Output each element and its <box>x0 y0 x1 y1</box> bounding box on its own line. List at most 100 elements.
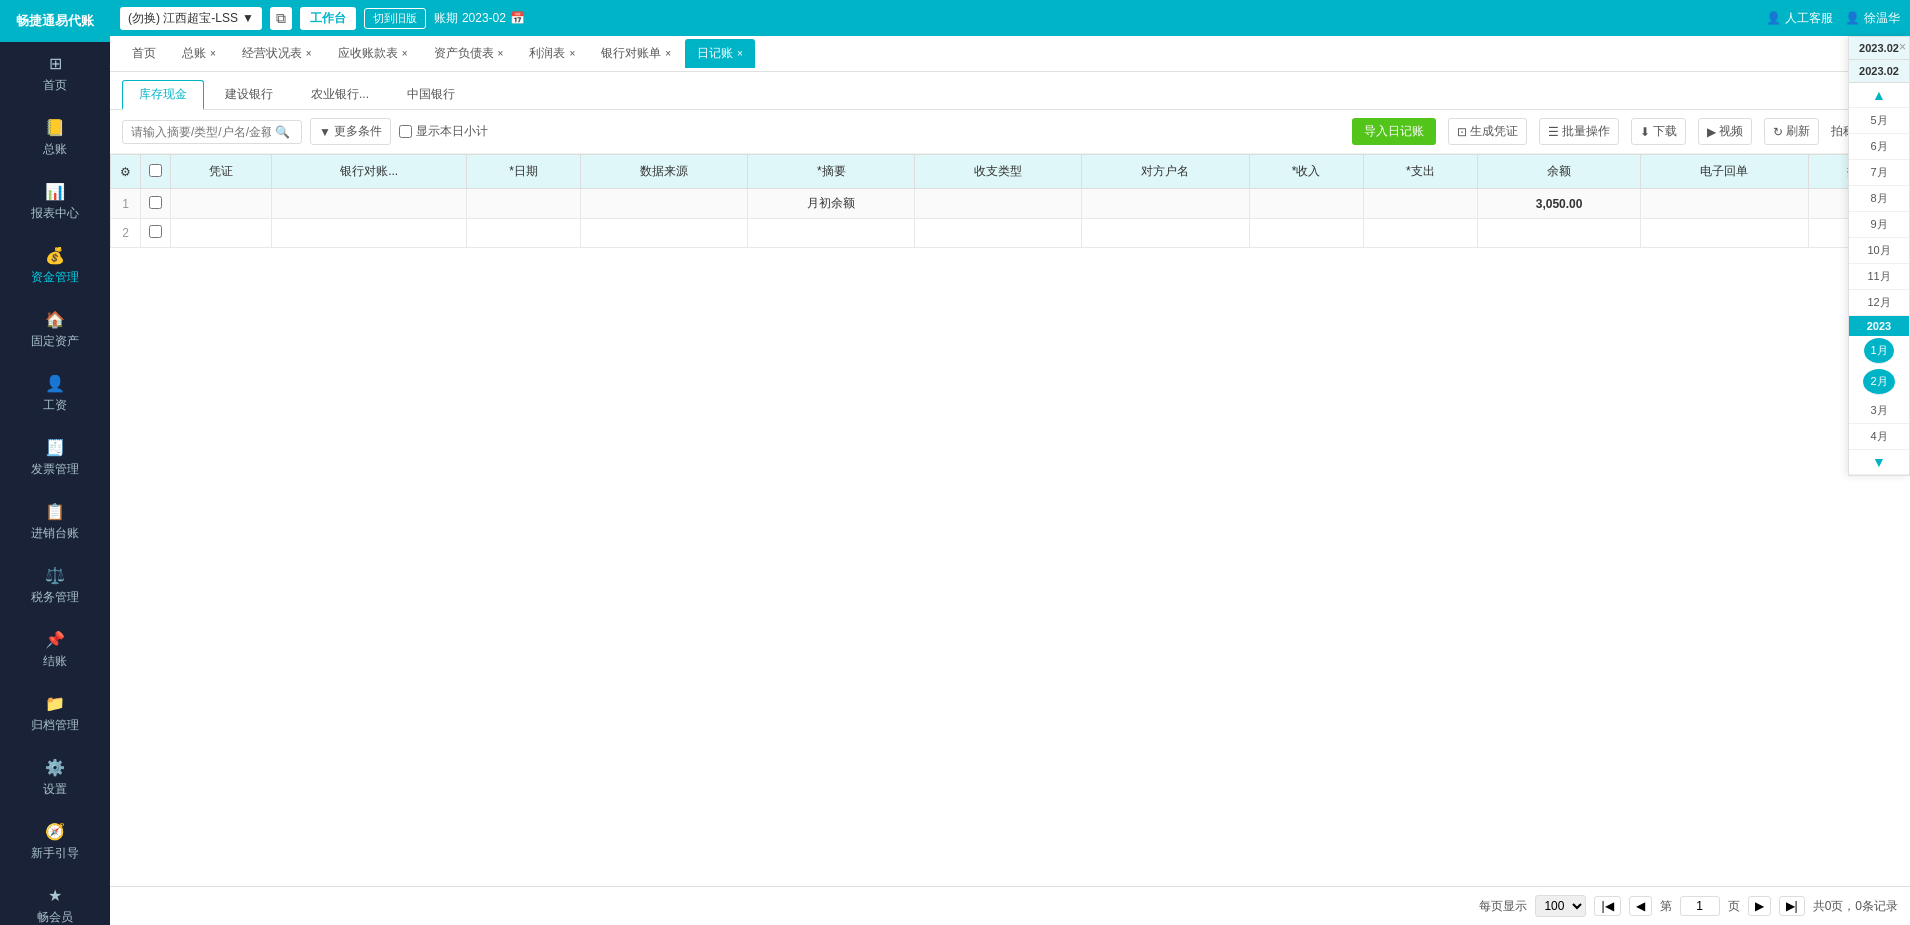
date-month-9[interactable]: 9月 <box>1849 212 1909 238</box>
user-profile[interactable]: 👤 徐温华 <box>1845 10 1900 27</box>
company-selector[interactable]: (勿换) 江西超宝-LSS ▼ <box>120 7 262 30</box>
app-logo[interactable]: 畅捷通易代账 <box>0 0 110 42</box>
avatar-icon: 👤 <box>1845 11 1860 25</box>
sidebar-item-assets[interactable]: 🏠 固定资产 <box>0 298 110 362</box>
tab-profit[interactable]: 利润表 × <box>517 39 587 68</box>
prev-page-button[interactable]: ◀ <box>1629 896 1652 916</box>
subtab-abc[interactable]: 农业银行... <box>294 80 386 109</box>
date-month-12[interactable]: 12月 <box>1849 290 1909 316</box>
show-today-toggle[interactable]: 显示本日小计 <box>399 123 488 140</box>
th-check[interactable] <box>141 155 171 189</box>
row-check[interactable] <box>141 219 171 248</box>
tab-journal[interactable]: 日记账 × <box>685 39 755 68</box>
date-month-4[interactable]: 4月 <box>1849 424 1909 450</box>
workspace-button[interactable]: 工作台 <box>300 7 356 30</box>
date-panel: 2023.02 × 2023.02 ▲ 5月 6月 7月 8月 9月 10月 1… <box>1848 36 1910 476</box>
sidebar-item-guide[interactable]: 🧭 新手引导 <box>0 810 110 874</box>
tab-business[interactable]: 经营状况表 × <box>230 39 324 68</box>
th-settings[interactable]: ⚙ <box>111 155 141 189</box>
date-month-7[interactable]: 7月 <box>1849 160 1909 186</box>
page-input[interactable] <box>1680 896 1720 916</box>
gen-voucher-button[interactable]: ⊡ 生成凭证 <box>1448 118 1527 145</box>
row-checkbox[interactable] <box>149 196 162 209</box>
first-page-button[interactable]: |◀ <box>1594 896 1620 916</box>
sidebar-item-tax[interactable]: ⚖️ 税务管理 <box>0 554 110 618</box>
tab-bank-close[interactable]: × <box>665 48 671 59</box>
tab-ledger-close[interactable]: × <box>210 48 216 59</box>
sidebar-item-salary[interactable]: 👤 工资 <box>0 362 110 426</box>
sidebar-item-archive[interactable]: 📁 归档管理 <box>0 682 110 746</box>
row-income <box>1249 189 1363 219</box>
home-icon: ⊞ <box>49 54 62 73</box>
date-month-3[interactable]: 3月 <box>1849 398 1909 424</box>
sidebar-item-reports[interactable]: 📊 报表中心 <box>0 170 110 234</box>
year-2023-label[interactable]: 2023 <box>1849 316 1909 336</box>
search-icon[interactable]: 🔍 <box>275 125 290 139</box>
row-expense <box>1363 189 1477 219</box>
row-num: 1 <box>111 189 141 219</box>
th-summary: *摘要 <box>748 155 915 189</box>
sidebar-item-invoice[interactable]: 🧾 发票管理 <box>0 426 110 490</box>
video-label: 视频 <box>1719 123 1743 140</box>
date-panel-close[interactable]: × <box>1899 40 1906 54</box>
row-check[interactable] <box>141 189 171 219</box>
tab-bank[interactable]: 银行对账单 × <box>589 39 683 68</box>
subtab-cash[interactable]: 库存现金 <box>122 80 204 110</box>
batch-icon: ☰ <box>1548 125 1559 139</box>
sidebar-item-label: 发票管理 <box>31 461 79 478</box>
row-checkbox[interactable] <box>149 225 162 238</box>
subtab-ccb[interactable]: 建设银行 <box>208 80 290 109</box>
date-month-10[interactable]: 10月 <box>1849 238 1909 264</box>
video-button[interactable]: ▶ 视频 <box>1698 118 1752 145</box>
per-page-select[interactable]: 100 <box>1535 895 1586 917</box>
filter-button[interactable]: ▼ 更多条件 <box>310 118 391 145</box>
date-scroll-up[interactable]: ▲ <box>1849 83 1909 108</box>
tab-ledger[interactable]: 总账 × <box>170 39 228 68</box>
per-page-label: 每页显示 <box>1479 898 1527 915</box>
sidebar-item-finance[interactable]: 💰 资金管理 <box>0 234 110 298</box>
last-page-button[interactable]: ▶| <box>1779 896 1805 916</box>
date-month-8[interactable]: 8月 <box>1849 186 1909 212</box>
table-row: 1 月初余额 3,050.00 <box>111 189 1910 219</box>
sidebar-item-home[interactable]: ⊞ 首页 <box>0 42 110 106</box>
tab-balance[interactable]: 资产负债表 × <box>422 39 516 68</box>
batch-button[interactable]: ☰ 批量操作 <box>1539 118 1619 145</box>
vip-icon: ★ <box>48 886 62 905</box>
import-journal-button[interactable]: 导入日记账 <box>1352 118 1436 145</box>
period-display: 账期 2023-02 📅 <box>434 10 525 27</box>
check-all[interactable] <box>149 164 162 177</box>
switch-version-button[interactable]: 切到旧版 <box>364 8 426 29</box>
date-month-11[interactable]: 11月 <box>1849 264 1909 290</box>
sidebar-item-close[interactable]: 📌 结账 <box>0 618 110 682</box>
tab-receivable-close[interactable]: × <box>402 48 408 59</box>
tab-receivable[interactable]: 应收账款表 × <box>326 39 420 68</box>
show-today-checkbox[interactable] <box>399 125 412 138</box>
date-month-6[interactable]: 6月 <box>1849 134 1909 160</box>
sidebar-item-vip[interactable]: ★ 畅会员 <box>0 874 110 925</box>
tab-business-close[interactable]: × <box>306 48 312 59</box>
date-month-5[interactable]: 5月 <box>1849 108 1909 134</box>
tab-journal-close[interactable]: × <box>737 48 743 59</box>
date-month-2-active[interactable]: 2月 <box>1863 369 1895 395</box>
copy-button[interactable]: ⧉ <box>270 7 292 30</box>
tab-balance-close[interactable]: × <box>498 48 504 59</box>
next-page-button[interactable]: ▶ <box>1748 896 1771 916</box>
page-label-prefix: 第 <box>1660 898 1672 915</box>
sidebar-item-settings[interactable]: ⚙️ 设置 <box>0 746 110 810</box>
search-input[interactable] <box>131 125 271 139</box>
sidebar-item-purchase[interactable]: 📋 进销台账 <box>0 490 110 554</box>
date-scroll-down[interactable]: ▼ <box>1849 450 1909 475</box>
customer-service[interactable]: 👤 人工客服 <box>1766 10 1833 27</box>
period-edit-icon[interactable]: 📅 <box>510 11 525 25</box>
table-row: 2 <box>111 219 1910 248</box>
date-month-1[interactable]: 1月 <box>1864 338 1894 364</box>
refresh-button[interactable]: ↻ 刷新 <box>1764 118 1819 145</box>
subtab-boc[interactable]: 中国银行 <box>390 80 472 109</box>
tab-home[interactable]: 首页 <box>120 39 168 68</box>
row-type <box>915 219 1082 248</box>
tab-profit-close[interactable]: × <box>569 48 575 59</box>
assets-icon: 🏠 <box>45 310 65 329</box>
row-num: 2 <box>111 219 141 248</box>
sidebar-item-ledger[interactable]: 📒 总账 <box>0 106 110 170</box>
download-button[interactable]: ⬇ 下载 <box>1631 118 1686 145</box>
